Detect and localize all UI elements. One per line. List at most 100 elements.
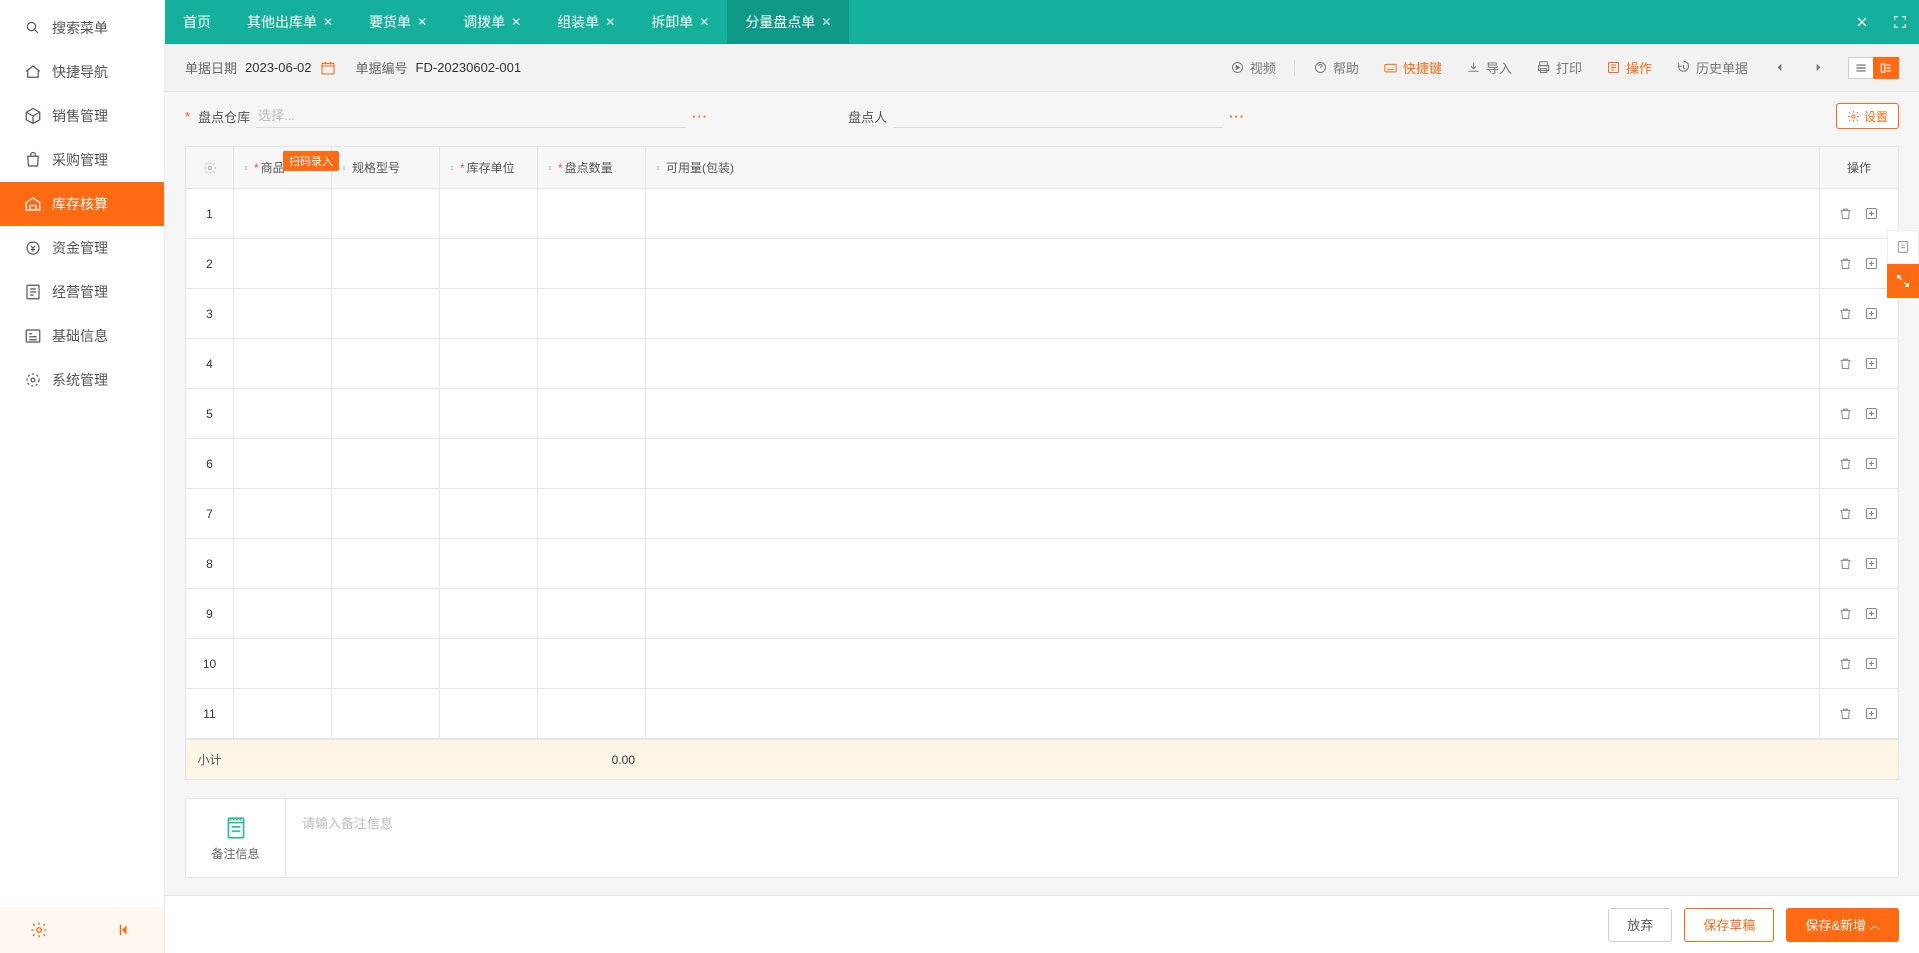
tab-close-icon[interactable]: ✕ xyxy=(605,15,615,29)
settings-gear-icon[interactable] xyxy=(30,921,48,939)
tab-disassemble[interactable]: 拆卸单✕ xyxy=(633,0,727,44)
row-add-icon[interactable] xyxy=(1864,206,1880,222)
sidebar-item-funds[interactable]: 资金管理 xyxy=(0,226,164,270)
col-name[interactable]: *商品 扫码录入 xyxy=(234,147,332,188)
view-form-icon[interactable] xyxy=(1873,57,1899,79)
tab-close-icon[interactable]: ✕ xyxy=(699,15,709,29)
person-input[interactable] xyxy=(893,104,1223,128)
discard-button[interactable]: 放弃 xyxy=(1608,908,1672,942)
sidebar-item-search[interactable]: 搜索菜单 xyxy=(0,6,164,50)
footer-bar: 放弃 保存草稿 保存&新增︿ xyxy=(165,895,1919,953)
tab-close-icon[interactable]: ✕ xyxy=(417,15,427,29)
rail-doc-icon[interactable] xyxy=(1887,230,1919,264)
view-toggle xyxy=(1848,57,1899,79)
row-delete-icon[interactable] xyxy=(1838,206,1854,222)
tab-other-out[interactable]: 其他出库单✕ xyxy=(229,0,351,44)
fullscreen-icon[interactable] xyxy=(1881,0,1919,44)
sidebar-item-manage[interactable]: 经营管理 xyxy=(0,270,164,314)
sidebar-item-sales[interactable]: 销售管理 xyxy=(0,94,164,138)
doc-date-value[interactable]: 2023-06-02 xyxy=(245,60,312,75)
help-link[interactable]: 帮助 xyxy=(1305,54,1367,82)
grid-settings-button[interactable]: 设置 xyxy=(1836,103,1899,129)
sidebar-item-base[interactable]: 基础信息 xyxy=(0,314,164,358)
operate-link[interactable]: 操作 xyxy=(1598,54,1660,82)
table-row[interactable]: 3 xyxy=(186,289,1898,339)
table-row[interactable]: 8 xyxy=(186,539,1898,589)
form-row: * 盘点仓库 ··· 盘点人 ··· 设置 xyxy=(185,92,1899,140)
calendar-icon[interactable] xyxy=(320,60,336,76)
scan-badge[interactable]: 扫码录入 xyxy=(283,151,339,171)
history-next-icon[interactable] xyxy=(1803,54,1834,82)
tab-assemble[interactable]: 组装单✕ xyxy=(539,0,633,44)
table-row[interactable]: 7 xyxy=(186,489,1898,539)
tab-transfer[interactable]: 调拨单✕ xyxy=(445,0,539,44)
sidebar-item-inventory[interactable]: 库存核算 xyxy=(0,182,164,226)
row-delete-icon[interactable] xyxy=(1838,306,1854,322)
collapse-icon[interactable] xyxy=(116,921,134,939)
sidebar-item-nav[interactable]: 快捷导航 xyxy=(0,50,164,94)
row-add-icon[interactable] xyxy=(1864,306,1880,322)
row-delete-icon[interactable] xyxy=(1838,456,1854,472)
save-add-button[interactable]: 保存&新增︿ xyxy=(1786,908,1899,942)
view-list-icon[interactable] xyxy=(1848,57,1874,79)
col-unit[interactable]: *库存单位 xyxy=(440,147,538,188)
row-add-icon[interactable] xyxy=(1864,456,1880,472)
person-lookup-icon[interactable]: ··· xyxy=(1229,109,1245,124)
tab-close-icon[interactable]: ✕ xyxy=(511,15,521,29)
row-add-icon[interactable] xyxy=(1864,256,1880,272)
tab-close-icon[interactable]: ✕ xyxy=(821,15,831,29)
tab-weight-check[interactable]: 分量盘点单✕ xyxy=(727,0,849,44)
print-link[interactable]: 打印 xyxy=(1528,54,1590,82)
import-link[interactable]: 导入 xyxy=(1458,54,1520,82)
row-index: 6 xyxy=(186,439,234,488)
rail-expand-icon[interactable] xyxy=(1887,264,1919,298)
row-delete-icon[interactable] xyxy=(1838,656,1854,672)
row-delete-icon[interactable] xyxy=(1838,556,1854,572)
system-icon xyxy=(24,371,42,389)
row-delete-icon[interactable] xyxy=(1838,506,1854,522)
remark-panel: 备注信息 xyxy=(185,798,1899,878)
table-row[interactable]: 1 xyxy=(186,189,1898,239)
row-delete-icon[interactable] xyxy=(1838,406,1854,422)
table-row[interactable]: 6 xyxy=(186,439,1898,489)
col-qty[interactable]: *盘点数量 xyxy=(538,147,646,188)
row-delete-icon[interactable] xyxy=(1838,706,1854,722)
col-spec[interactable]: 规格型号 xyxy=(332,147,440,188)
row-add-icon[interactable] xyxy=(1864,656,1880,672)
history-link[interactable]: 历史单据 xyxy=(1668,54,1756,82)
table-row[interactable]: 10 xyxy=(186,639,1898,689)
remark-title: 备注信息 xyxy=(211,845,259,862)
table-row[interactable]: 2 xyxy=(186,239,1898,289)
required-mark: * xyxy=(185,109,190,124)
row-delete-icon[interactable] xyxy=(1838,356,1854,372)
table-row[interactable]: 4 xyxy=(186,339,1898,389)
row-delete-icon[interactable] xyxy=(1838,256,1854,272)
row-add-icon[interactable] xyxy=(1864,356,1880,372)
search-icon xyxy=(24,19,42,37)
history-prev-icon[interactable] xyxy=(1764,54,1795,82)
row-delete-icon[interactable] xyxy=(1838,606,1854,622)
row-add-icon[interactable] xyxy=(1864,406,1880,422)
remark-input[interactable] xyxy=(286,799,1898,877)
tab-request[interactable]: 要货单✕ xyxy=(351,0,445,44)
table-row[interactable]: 11 xyxy=(186,689,1898,739)
row-add-icon[interactable] xyxy=(1864,606,1880,622)
sidebar-item-system[interactable]: 系统管理 xyxy=(0,358,164,402)
grid-gear-icon[interactable] xyxy=(186,147,234,188)
save-draft-button[interactable]: 保存草稿 xyxy=(1684,908,1774,942)
row-add-icon[interactable] xyxy=(1864,506,1880,522)
warehouse-input[interactable] xyxy=(256,104,686,128)
warehouse-label: 盘点仓库 xyxy=(198,107,250,126)
video-link[interactable]: 视频 xyxy=(1222,54,1284,82)
row-add-icon[interactable] xyxy=(1864,706,1880,722)
shortcut-link[interactable]: 快捷键 xyxy=(1375,54,1450,82)
tab-close-icon[interactable]: ✕ xyxy=(323,15,333,29)
table-row[interactable]: 9 xyxy=(186,589,1898,639)
sidebar-item-purchase[interactable]: 采购管理 xyxy=(0,138,164,182)
tab-home[interactable]: 首页 xyxy=(165,0,229,44)
col-avail[interactable]: 可用量(包装) xyxy=(646,147,1820,188)
close-all-icon[interactable] xyxy=(1843,0,1881,44)
row-add-icon[interactable] xyxy=(1864,556,1880,572)
warehouse-lookup-icon[interactable]: ··· xyxy=(692,109,708,124)
table-row[interactable]: 5 xyxy=(186,389,1898,439)
